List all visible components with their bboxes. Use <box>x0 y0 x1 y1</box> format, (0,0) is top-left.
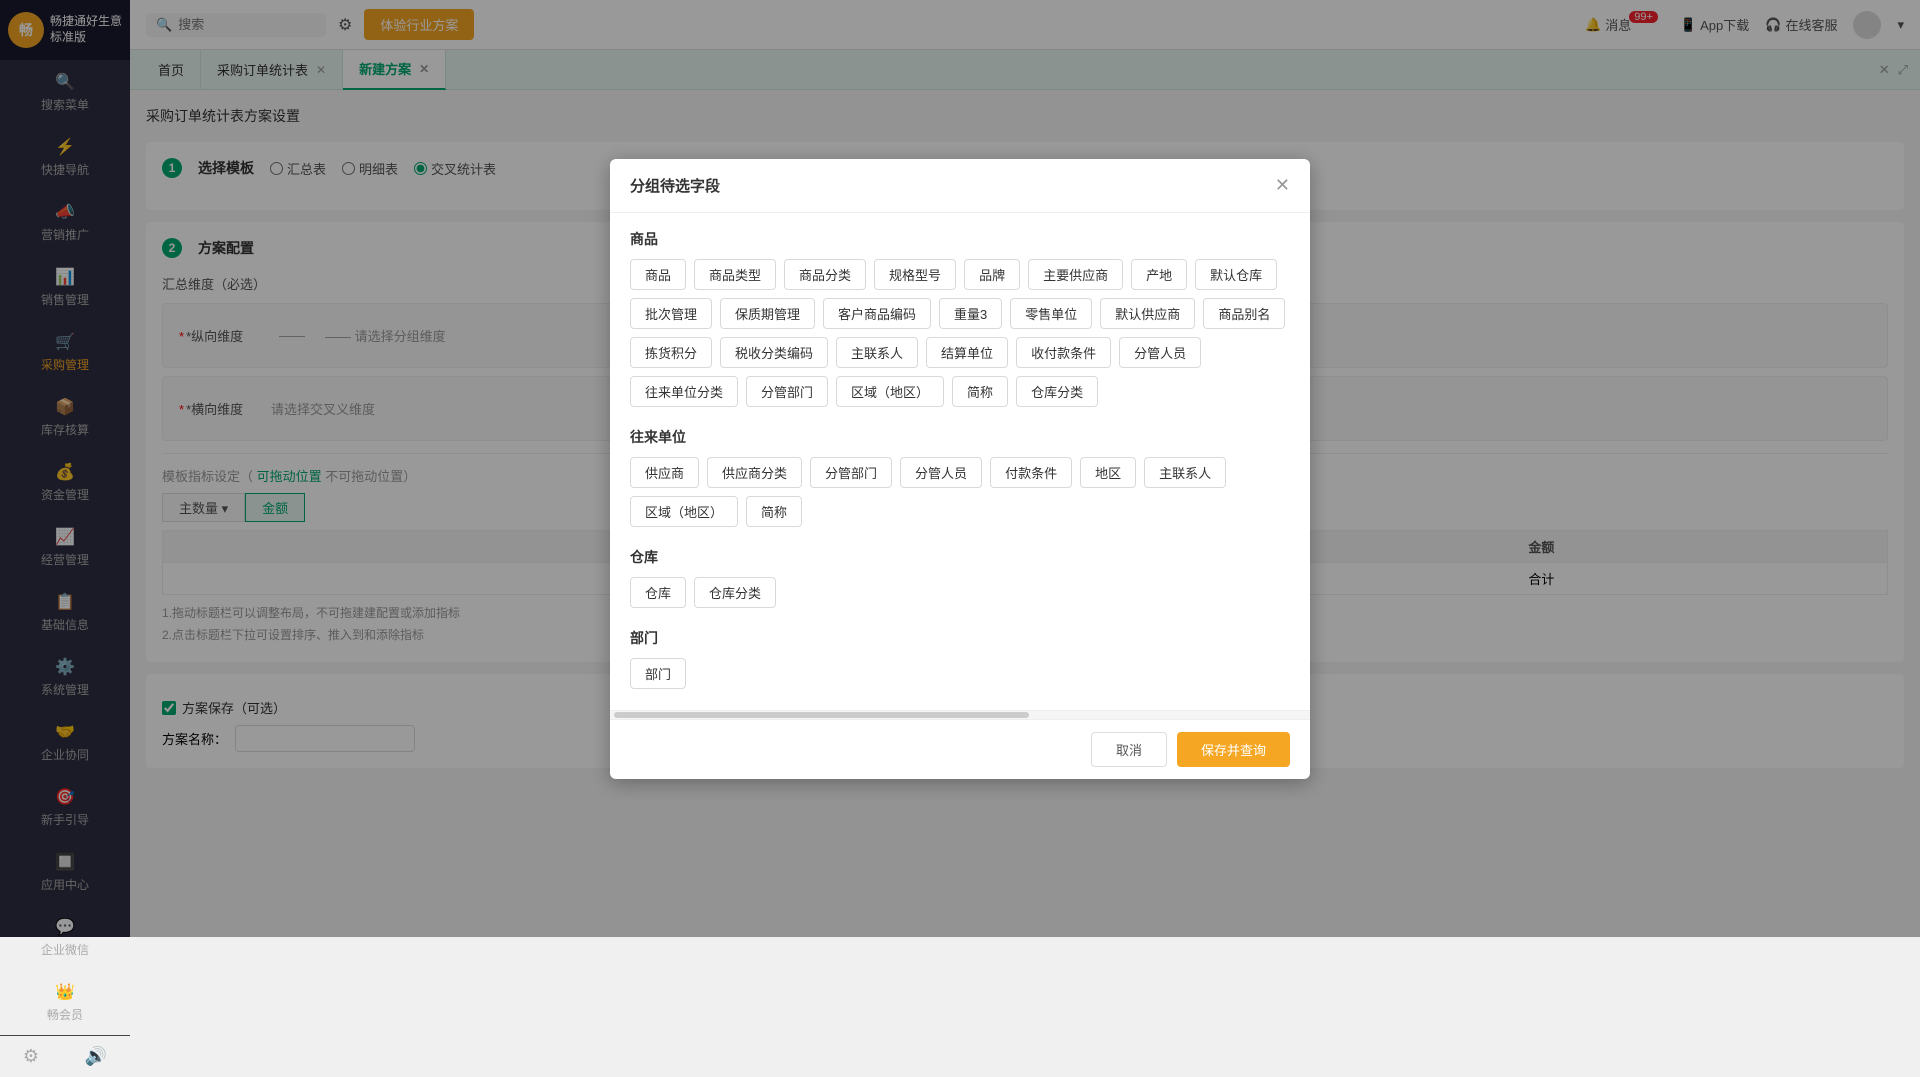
field-chip[interactable]: 简称 <box>952 376 1008 407</box>
settings-icon[interactable]: ⚙ <box>23 1046 39 1067</box>
field-chip[interactable]: 商品 <box>630 259 686 290</box>
field-group-product: 商品商品商品类型商品分类规格型号品牌主要供应商产地默认仓库批次管理保质期管理客户… <box>630 229 1290 407</box>
field-chip[interactable]: 地区 <box>1080 457 1136 488</box>
field-chip[interactable]: 仓库分类 <box>694 577 776 608</box>
field-chip[interactable]: 品牌 <box>964 259 1020 290</box>
field-chip[interactable]: 往来单位分类 <box>630 376 738 407</box>
field-chip[interactable]: 简称 <box>746 496 802 527</box>
field-group-department: 部门部门 <box>630 628 1290 689</box>
field-group-title-department: 部门 <box>630 628 1290 648</box>
field-chip[interactable]: 区域（地区） <box>630 496 738 527</box>
field-chip[interactable]: 产地 <box>1131 259 1187 290</box>
field-chip[interactable]: 收付款条件 <box>1016 337 1111 368</box>
modal-hscroll-bar <box>614 712 1029 718</box>
field-chip[interactable]: 批次管理 <box>630 298 712 329</box>
field-chip[interactable]: 拣货积分 <box>630 337 712 368</box>
field-chip[interactable]: 商品分类 <box>784 259 866 290</box>
field-chip[interactable]: 仓库分类 <box>1016 376 1098 407</box>
field-chip[interactable]: 结算单位 <box>926 337 1008 368</box>
modal-body: 商品商品商品类型商品分类规格型号品牌主要供应商产地默认仓库批次管理保质期管理客户… <box>610 213 1310 710</box>
field-chip[interactable]: 商品别名 <box>1203 298 1285 329</box>
field-chip[interactable]: 供应商分类 <box>707 457 802 488</box>
field-chip[interactable]: 部门 <box>630 658 686 689</box>
field-chip[interactable]: 商品类型 <box>694 259 776 290</box>
sound-icon[interactable]: 🔊 <box>85 1046 107 1067</box>
field-chip[interactable]: 重量3 <box>939 298 1002 329</box>
field-chips-partner: 供应商供应商分类分管部门分管人员付款条件地区主联系人区域（地区） 简称 <box>630 457 1290 527</box>
field-chip[interactable]: 默认供应商 <box>1100 298 1195 329</box>
field-group-title-partner: 往来单位 <box>630 427 1290 447</box>
field-chips-warehouse: 仓库仓库分类 <box>630 577 1290 608</box>
field-group-title-product: 商品 <box>630 229 1290 249</box>
sidebar-item-member[interactable]: 👑 畅会员 <box>0 970 130 1035</box>
field-chip[interactable]: 分管部门 <box>810 457 892 488</box>
modal: 分组待选字段 ✕ 商品商品商品类型商品分类规格型号品牌主要供应商产地默认仓库批次… <box>610 159 1310 779</box>
field-chip[interactable]: 规格型号 <box>874 259 956 290</box>
field-chip[interactable]: 主要供应商 <box>1028 259 1123 290</box>
modal-cancel-btn[interactable]: 取消 <box>1091 732 1167 767</box>
modal-footer: 取消 保存并查询 <box>610 719 1310 779</box>
field-chip[interactable]: 客户商品编码 <box>823 298 931 329</box>
modal-overlay: 分组待选字段 ✕ 商品商品商品类型商品分类规格型号品牌主要供应商产地默认仓库批次… <box>0 0 1920 937</box>
field-chips-department: 部门 <box>630 658 1290 689</box>
field-group-warehouse: 仓库仓库仓库分类 <box>630 547 1290 608</box>
modal-hscroll[interactable] <box>610 710 1310 719</box>
field-chip[interactable]: 零售单位 <box>1010 298 1092 329</box>
field-chip[interactable]: 分管部门 <box>746 376 828 407</box>
field-chip[interactable]: 供应商 <box>630 457 699 488</box>
field-chip[interactable]: 分管人员 <box>900 457 982 488</box>
field-chip[interactable]: 主联系人 <box>836 337 918 368</box>
field-chip[interactable]: 分管人员 <box>1119 337 1201 368</box>
field-chip[interactable]: 主联系人 <box>1144 457 1226 488</box>
field-chip[interactable]: 付款条件 <box>990 457 1072 488</box>
sidebar-bottom: ⚙ 🔊 <box>0 1035 130 1077</box>
member-icon: 👑 <box>55 982 75 1002</box>
field-group-partner: 往来单位供应商供应商分类分管部门分管人员付款条件地区主联系人区域（地区） 简称 <box>630 427 1290 527</box>
modal-save-btn[interactable]: 保存并查询 <box>1177 732 1290 767</box>
field-chip[interactable]: 仓库 <box>630 577 686 608</box>
field-chip[interactable]: 默认仓库 <box>1195 259 1277 290</box>
field-chip[interactable]: 税收分类编码 <box>720 337 828 368</box>
modal-title: 分组待选字段 <box>630 175 720 196</box>
sidebar-label-wechat: 企业微信 <box>41 941 89 958</box>
modal-close-btn[interactable]: ✕ <box>1275 175 1290 196</box>
field-group-title-warehouse: 仓库 <box>630 547 1290 567</box>
modal-header: 分组待选字段 ✕ <box>610 159 1310 213</box>
sidebar-label-member: 畅会员 <box>47 1006 83 1023</box>
field-chips-product: 商品商品类型商品分类规格型号品牌主要供应商产地默认仓库批次管理保质期管理客户商品… <box>630 259 1290 407</box>
field-chip[interactable]: 保质期管理 <box>720 298 815 329</box>
field-chip[interactable]: 区域（地区） <box>836 376 944 407</box>
